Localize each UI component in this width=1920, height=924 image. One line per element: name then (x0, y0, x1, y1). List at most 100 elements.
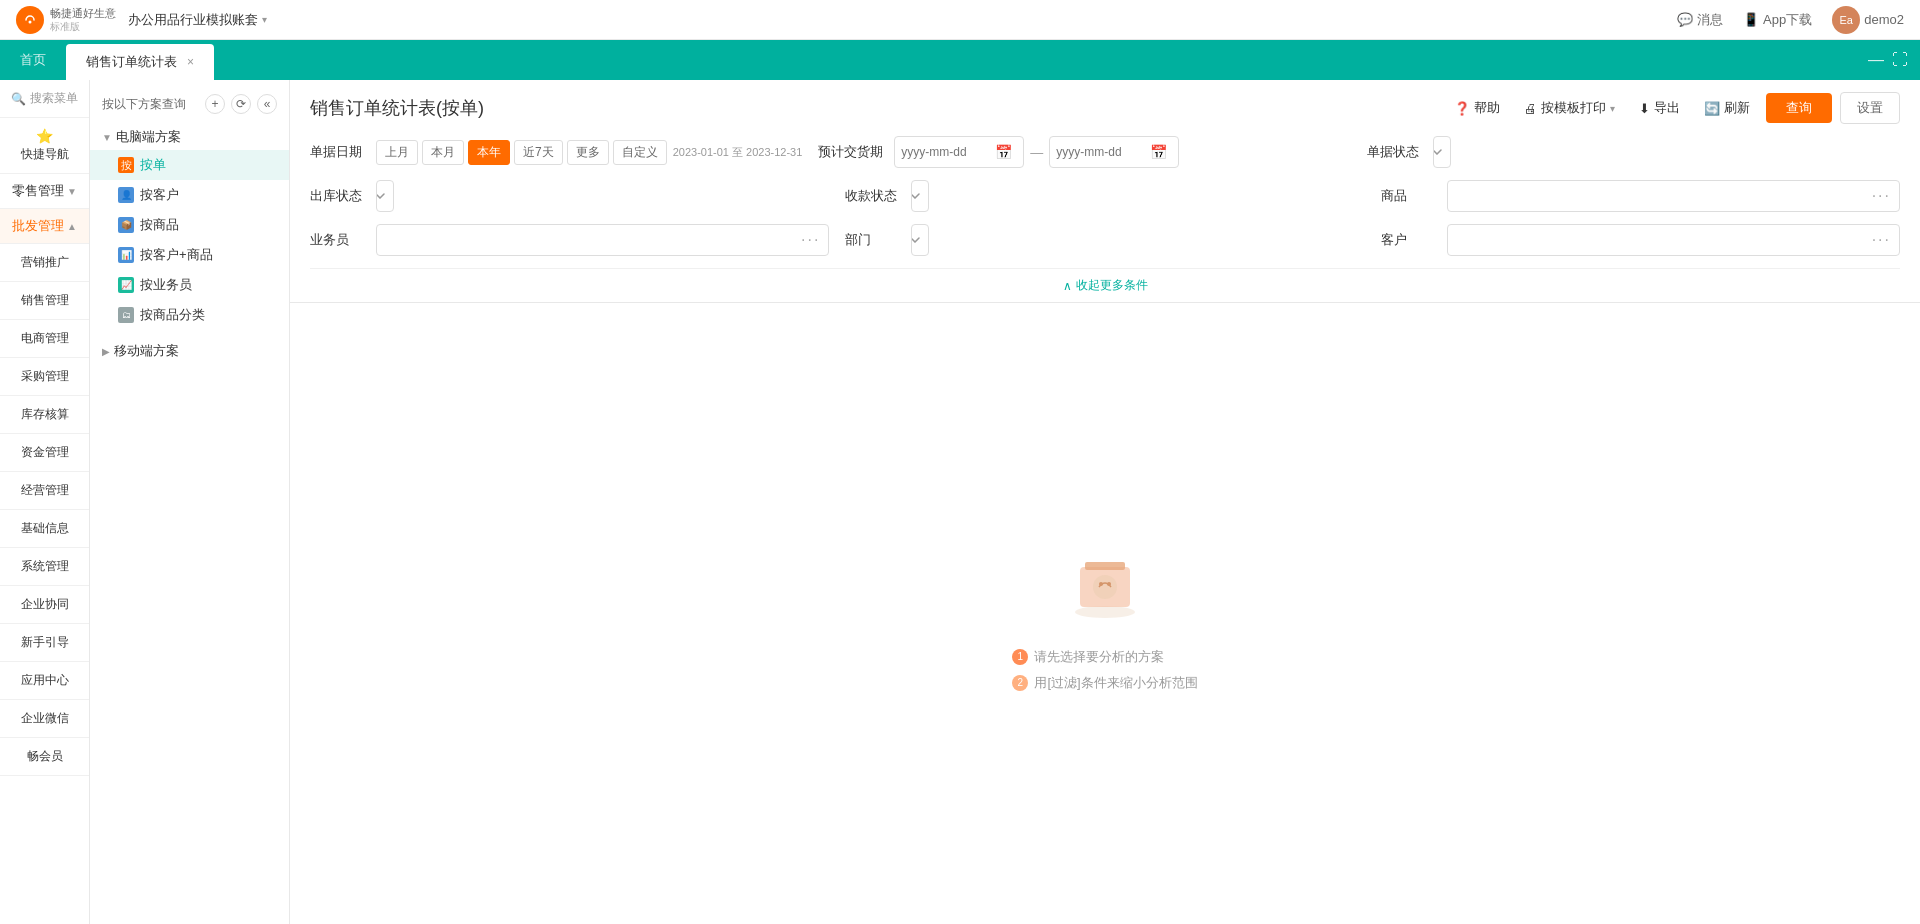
message-icon: 💬 (1677, 12, 1693, 27)
refresh-scheme-button[interactable]: ⟳ (231, 94, 251, 114)
salesperson-input-wrap[interactable]: ··· (376, 224, 829, 256)
search-icon: 🔍 (11, 92, 26, 106)
svg-point-6 (1099, 582, 1103, 586)
date-last-7days[interactable]: 近7天 (514, 140, 563, 165)
date-from-wrapper: 📅 (894, 136, 1024, 168)
pc-scheme-section: ▼ 电脑端方案 按 按单 👤 按客户 📦 按商品 📊 按客户+商品 (90, 120, 289, 334)
query-button[interactable]: 查询 (1766, 93, 1832, 123)
scheme-icon-customer-product: 📊 (118, 247, 134, 263)
ship-status-group: 出库状态 (310, 180, 829, 212)
template-print-button[interactable]: 🖨 按模板打印 ▾ (1516, 95, 1623, 121)
tip-item-2: 2 用[过滤]条件来缩小分析范围 (1012, 670, 1197, 696)
user-nav[interactable]: Ea demo2 (1832, 6, 1904, 34)
sidebar-item-corpwechat[interactable]: 企业微信 (0, 700, 89, 738)
svg-point-2 (1075, 606, 1135, 618)
mobile-scheme-section: ▶ 移动端方案 (90, 334, 289, 368)
tab-report[interactable]: 销售订单统计表 × (66, 44, 214, 80)
sidebar-item-member[interactable]: 畅会员 (0, 738, 89, 776)
date-from-input[interactable] (901, 145, 991, 159)
app-selector[interactable]: 办公用品行业模拟账套 ▾ (128, 11, 267, 29)
svg-point-0 (21, 11, 39, 29)
phone-icon: 📱 (1743, 12, 1759, 27)
settings-button[interactable]: 设置 (1840, 92, 1900, 124)
scheme-by-order[interactable]: 按 按单 (90, 150, 289, 180)
sidebar-item-purchase[interactable]: 采购管理 (0, 358, 89, 396)
collapse-panel-button[interactable]: « (257, 94, 277, 114)
ship-status-select[interactable] (376, 180, 394, 212)
tab-bar: 首页 销售订单统计表 × — ⛶ (0, 40, 1920, 80)
date-to-input[interactable] (1056, 145, 1146, 159)
export-button[interactable]: ⬇ 导出 (1631, 95, 1688, 121)
right-main: 销售订单统计表(按单) ❓ 帮助 🖨 按模板打印 ▾ ⬇ (290, 80, 1920, 924)
sidebar-item-wholesale[interactable]: 批发管理 ▲ (0, 209, 89, 244)
product-more-icon[interactable]: ··· (1872, 187, 1891, 205)
filter-area: 单据日期 上月 本月 本年 近7天 更多 自定义 2023-01-01 至 20… (310, 136, 1900, 268)
sidebar-item-appcenter[interactable]: 应用中心 (0, 662, 89, 700)
add-scheme-button[interactable]: + (205, 94, 225, 114)
department-select[interactable] (911, 224, 929, 256)
sidebar-item-marketing[interactable]: 营销推广 (0, 244, 89, 282)
page-action-group: ❓ 帮助 🖨 按模板打印 ▾ ⬇ 导出 🔄 (1446, 92, 1900, 124)
scheme-by-customer[interactable]: 👤 按客户 (90, 180, 289, 210)
sidebar-quick-nav[interactable]: ⭐ 快捷导航 (0, 118, 89, 174)
filter-row-2: 出库状态 收款状态 (310, 180, 1900, 212)
salesperson-more-icon[interactable]: ··· (801, 231, 820, 249)
refresh-button[interactable]: 🔄 刷新 (1696, 95, 1758, 121)
message-nav[interactable]: 💬 消息 (1677, 11, 1723, 29)
scheme-by-customer-product[interactable]: 📊 按客户+商品 (90, 240, 289, 270)
sidebar-item-system[interactable]: 系统管理 (0, 548, 89, 586)
tab-close-icon[interactable]: × (187, 55, 194, 69)
date-this-year[interactable]: 本年 (468, 140, 510, 165)
tab-home[interactable]: 首页 (0, 40, 66, 80)
tab-bar-actions: — ⛶ (1868, 51, 1920, 69)
sidebar-item-ecommerce[interactable]: 电商管理 (0, 320, 89, 358)
date-this-month[interactable]: 本月 (422, 140, 464, 165)
scheme-by-product[interactable]: 📦 按商品 (90, 210, 289, 240)
empty-illustration (1055, 532, 1155, 632)
chevron-down-icon: ▾ (1610, 103, 1615, 114)
star-icon: ⭐ (36, 128, 53, 144)
svg-point-1 (29, 20, 32, 23)
date-to-wrapper: 📅 (1049, 136, 1179, 168)
customer-group: 客户 ··· (1381, 224, 1900, 256)
sidebar-item-retail[interactable]: 零售管理 ▼ (0, 174, 89, 209)
chevron-up-icon: ∧ (1063, 279, 1072, 293)
scheme-by-category[interactable]: 🗂 按商品分类 (90, 300, 289, 330)
payment-status-select[interactable] (911, 180, 929, 212)
doc-status-select[interactable] (1433, 136, 1451, 168)
date-last-month[interactable]: 上月 (376, 140, 418, 165)
empty-state: 1 请先选择要分析的方案 2 用[过滤]条件来缩小分析范围 (290, 303, 1920, 924)
tab-maximize-icon[interactable]: ⛶ (1892, 51, 1908, 69)
sidebar-item-enterprise[interactable]: 企业协同 (0, 586, 89, 624)
date-custom[interactable]: 自定义 (613, 140, 667, 165)
customer-more-icon[interactable]: ··· (1872, 231, 1891, 249)
calendar-icon[interactable]: 📅 (995, 144, 1012, 160)
app-download-nav[interactable]: 📱 App下载 (1743, 11, 1812, 29)
sidebar-search[interactable]: 🔍 搜索菜单 (0, 80, 89, 118)
expected-delivery-group: 预计交货期 📅 — 📅 (818, 136, 1351, 168)
sidebar-item-sales[interactable]: 销售管理 (0, 282, 89, 320)
logo-area: 畅捷通好生意 标准版 (16, 6, 116, 34)
sidebar-item-newuser[interactable]: 新手引导 (0, 624, 89, 662)
tip-num-1: 1 (1012, 649, 1028, 665)
sidebar-item-operations[interactable]: 经营管理 (0, 472, 89, 510)
pc-section-title[interactable]: ▼ 电脑端方案 (90, 124, 289, 150)
date-more[interactable]: 更多 (567, 140, 609, 165)
department-group: 部门 (845, 224, 1364, 256)
collapse-filters-button[interactable]: ∧ 收起更多条件 (310, 268, 1900, 302)
scheme-by-salesperson[interactable]: 📈 按业务员 (90, 270, 289, 300)
product-input-wrap[interactable]: ··· (1447, 180, 1900, 212)
filter-row-1: 单据日期 上月 本月 本年 近7天 更多 自定义 2023-01-01 至 20… (310, 136, 1900, 168)
mobile-section-title[interactable]: ▶ 移动端方案 (90, 338, 289, 364)
main-layout: 🔍 搜索菜单 ⭐ 快捷导航 零售管理 ▼ 批发管理 ▲ 营销推广 销售管理 电商… (0, 80, 1920, 924)
tip-item-1: 1 请先选择要分析的方案 (1012, 644, 1197, 670)
panel-header: 按以下方案查询 + ⟳ « (90, 88, 289, 120)
tab-minimize-icon[interactable]: — (1868, 51, 1884, 69)
customer-input-wrap[interactable]: ··· (1447, 224, 1900, 256)
sidebar: 🔍 搜索菜单 ⭐ 快捷导航 零售管理 ▼ 批发管理 ▲ 营销推广 销售管理 电商… (0, 80, 90, 924)
sidebar-item-basic[interactable]: 基础信息 (0, 510, 89, 548)
calendar-icon-2[interactable]: 📅 (1150, 144, 1167, 160)
sidebar-item-finance[interactable]: 资金管理 (0, 434, 89, 472)
help-button[interactable]: ❓ 帮助 (1446, 95, 1508, 121)
sidebar-item-inventory[interactable]: 库存核算 (0, 396, 89, 434)
